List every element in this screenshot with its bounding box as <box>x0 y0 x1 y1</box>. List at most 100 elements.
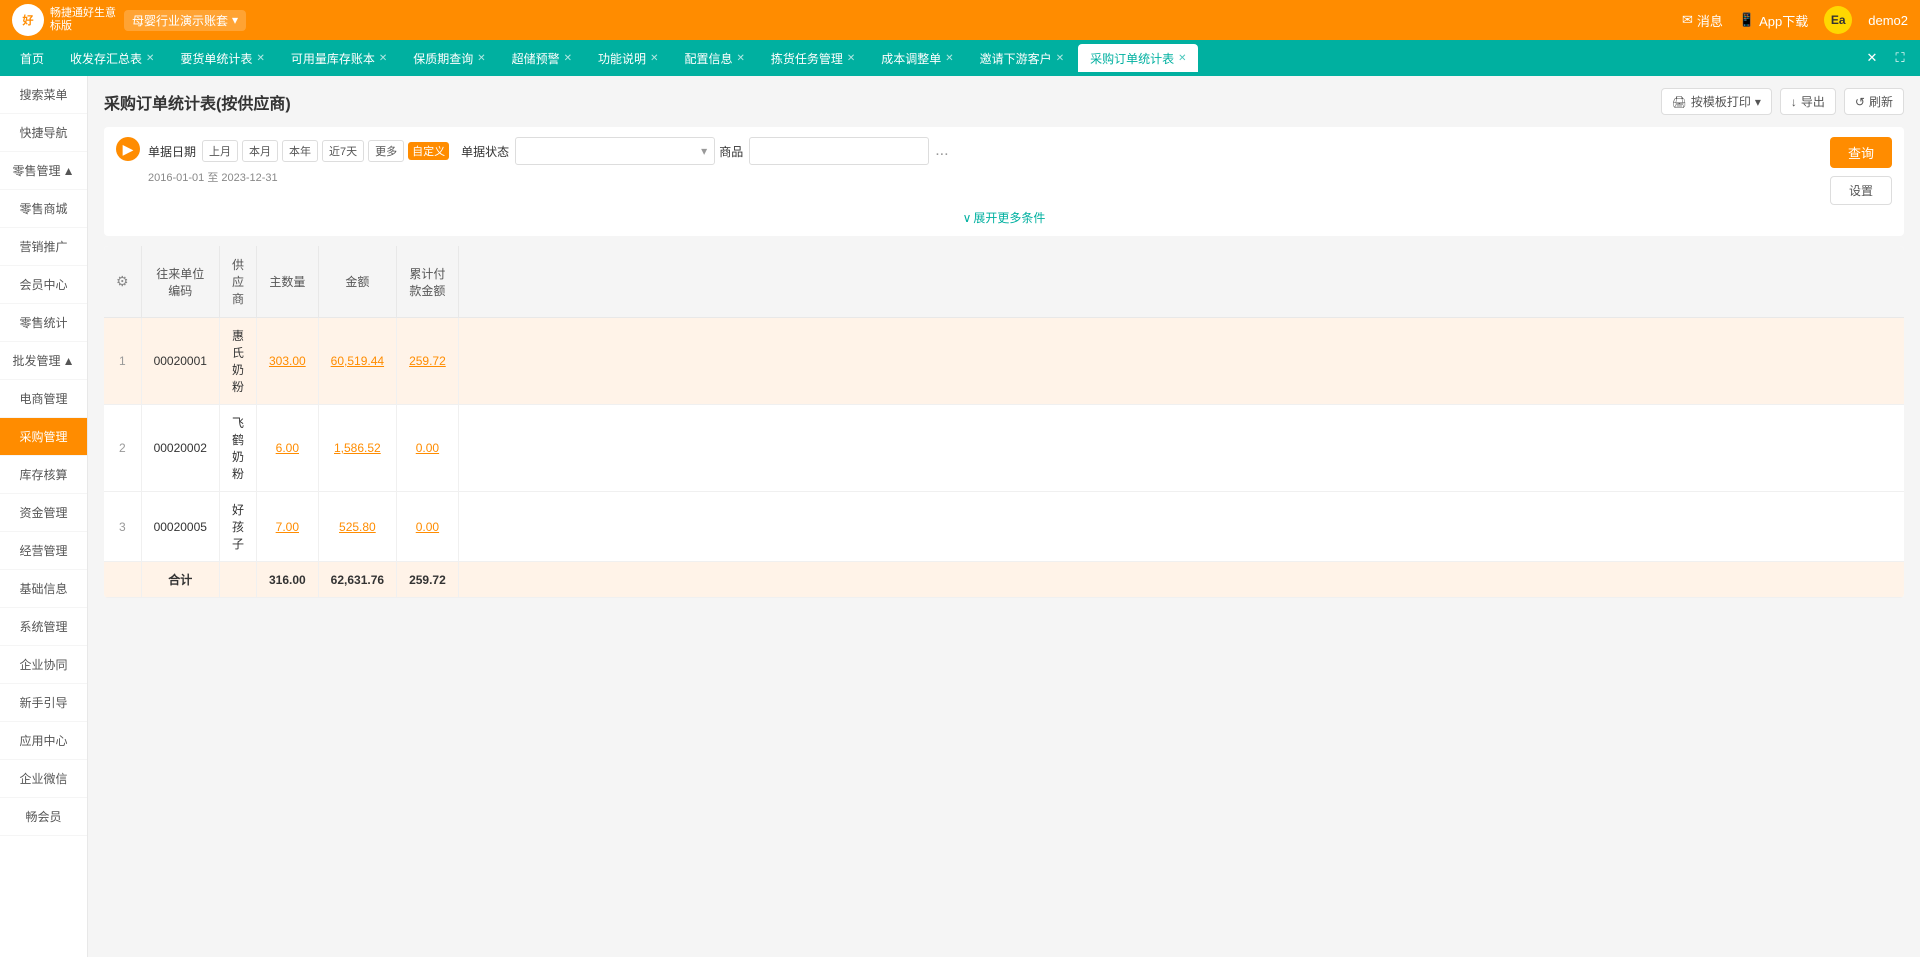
sidebar-item-basic-info[interactable]: 基础信息 <box>0 570 87 608</box>
close-icon[interactable]: ✕ <box>146 53 154 64</box>
close-icon[interactable]: ✕ <box>945 53 953 64</box>
filter-row-1: 单据日期 上月 本月 本年 近7天 更多 自定义 <box>148 137 1822 165</box>
more-options-btn[interactable]: ... <box>935 142 948 160</box>
col-quantity: 主数量 <box>256 246 318 318</box>
row-amount: 60,519.44 <box>318 318 396 405</box>
tab-order-stats[interactable]: 要货单统计表 ✕ <box>168 44 276 72</box>
tab-available-stock[interactable]: 可用量库存账本 ✕ <box>279 44 399 72</box>
top-bar-right: ✉ 消息 📱 App下载 Ea demo2 <box>1682 6 1908 34</box>
sidebar-item-beginner-guide[interactable]: 新手引导 <box>0 684 87 722</box>
purchase-order-table: ⚙ 往来单位编码 供应商 主数量 <box>104 246 1904 598</box>
date-more-btn[interactable]: 更多 <box>368 140 404 162</box>
sidebar-item-operations[interactable]: 经营管理 <box>0 532 87 570</box>
table-footer-row: 合计 316.00 62,631.76 259.72 <box>104 562 1904 598</box>
chevron-icon: ▲ <box>63 354 75 368</box>
status-filter: 单据状态 ▾ <box>461 137 707 165</box>
status-select[interactable] <box>515 137 715 165</box>
logo-symbol: 好 <box>23 12 34 28</box>
tab-home[interactable]: 首页 <box>8 44 56 72</box>
logo-area: 好 畅捷通好生意 标版 <box>12 4 116 36</box>
nav-right-btns: ✕ ⛶ <box>1860 46 1912 70</box>
sidebar-item-system-mgmt[interactable]: 系统管理 <box>0 608 87 646</box>
filter-toggle-btn[interactable]: ▶ <box>116 137 140 161</box>
sidebar-item-finance[interactable]: 资金管理 <box>0 494 87 532</box>
close-icon[interactable]: ✕ <box>1178 53 1186 64</box>
sidebar-item-retail-mgmt[interactable]: 零售管理 ▲ <box>0 152 87 190</box>
sidebar-item-search[interactable]: 搜索菜单 <box>0 76 87 114</box>
sidebar-item-inventory[interactable]: 库存核算 <box>0 456 87 494</box>
print-button[interactable]: 🖨 按模板打印 ▾ <box>1661 88 1772 115</box>
sidebar-item-retail-shop[interactable]: 零售商城 <box>0 190 87 228</box>
workspace-selector[interactable]: 母婴行业演示账套 ▾ <box>124 10 246 31</box>
sidebar-item-purchase-mgmt[interactable]: 采购管理 <box>0 418 87 456</box>
tab-picking-task[interactable]: 拣货任务管理 ✕ <box>759 44 867 72</box>
row-amount: 1,586.52 <box>318 405 396 492</box>
avatar[interactable]: Ea <box>1824 6 1852 34</box>
row-supplier: 飞鹤奶粉 <box>219 405 256 492</box>
tab-stock-summary[interactable]: 收发存汇总表 ✕ <box>58 44 166 72</box>
chevron-down-icon: ▾ <box>232 13 238 27</box>
sidebar-item-app-center[interactable]: 应用中心 <box>0 722 87 760</box>
export-button[interactable]: ↓ 导出 <box>1780 88 1836 115</box>
query-btn-group: 查询 设置 <box>1830 137 1892 205</box>
close-icon[interactable]: ✕ <box>650 53 658 64</box>
goods-input[interactable] <box>749 137 929 165</box>
top-bar-left: 好 畅捷通好生意 标版 母婴行业演示账套 ▾ <box>12 4 246 36</box>
sidebar-item-retail-stats[interactable]: 零售统计 <box>0 304 87 342</box>
refresh-button[interactable]: ↺ 刷新 <box>1844 88 1904 115</box>
close-icon[interactable]: ✕ <box>379 53 387 64</box>
tab-expiry-query[interactable]: 保质期查询 ✕ <box>401 44 497 72</box>
close-icon[interactable]: ✕ <box>477 53 485 64</box>
expand-more-btn[interactable]: ∨ 展开更多条件 <box>963 209 1046 226</box>
top-bar: 好 畅捷通好生意 标版 母婴行业演示账套 ▾ ✉ 消息 📱 App下载 Ea d… <box>0 0 1920 40</box>
tab-invite-downstream[interactable]: 邀请下游客户 ✕ <box>968 44 1076 72</box>
date-this-month-btn[interactable]: 本月 <box>242 140 278 162</box>
tab-overstock-warning[interactable]: 超储预警 ✕ <box>500 44 584 72</box>
table-row: 3 00020005 好孩子 7.00 525.80 0.00 <box>104 492 1904 562</box>
message-btn[interactable]: ✉ 消息 <box>1682 11 1723 30</box>
tab-cost-adjust[interactable]: 成本调整单 ✕ <box>869 44 965 72</box>
setting-button[interactable]: 设置 <box>1830 176 1892 205</box>
date-this-year-btn[interactable]: 本年 <box>282 140 318 162</box>
close-icon[interactable]: ✕ <box>736 53 744 64</box>
close-icon[interactable]: ✕ <box>1056 53 1064 64</box>
print-icon: 🖨 <box>1672 95 1687 109</box>
dropdown-arrow-icon: ▾ <box>1755 95 1761 109</box>
page-header: 采购订单统计表(按供应商) 🖨 按模板打印 ▾ ↓ 导出 ↺ 刷新 <box>104 88 1904 115</box>
sidebar-item-member-center[interactable]: 会员中心 <box>0 266 87 304</box>
row-supplier: 好孩子 <box>219 492 256 562</box>
row-quantity: 303.00 <box>256 318 318 405</box>
table-header-row: ⚙ 往来单位编码 供应商 主数量 <box>104 246 1904 318</box>
sidebar-item-quick-nav[interactable]: 快捷导航 <box>0 114 87 152</box>
query-button[interactable]: 查询 <box>1830 137 1892 168</box>
sidebar-item-wholesale-mgmt[interactable]: 批发管理 ▲ <box>0 342 87 380</box>
sidebar-item-member[interactable]: 畅会员 <box>0 798 87 836</box>
sidebar-item-enterprise-collab[interactable]: 企业协同 <box>0 646 87 684</box>
date-shortcuts: 上月 本月 本年 近7天 更多 自定义 <box>202 140 449 162</box>
nav-tabs: 首页 收发存汇总表 ✕ 要货单统计表 ✕ 可用量库存账本 ✕ 保质期查询 ✕ 超… <box>0 40 1920 76</box>
refresh-icon: ↺ <box>1855 95 1865 109</box>
row-num: 1 <box>104 318 141 405</box>
app-download-btn[interactable]: 📱 App下载 <box>1739 11 1808 30</box>
row-empty <box>458 492 1904 562</box>
sidebar-item-ecommerce[interactable]: 电商管理 <box>0 380 87 418</box>
date-last-month-btn[interactable]: 上月 <box>202 140 238 162</box>
tab-config-info[interactable]: 配置信息 ✕ <box>672 44 756 72</box>
gear-icon[interactable]: ⚙ <box>116 273 129 289</box>
row-code: 00020001 <box>141 318 219 405</box>
date-custom-badge: 自定义 <box>408 142 449 160</box>
tab-function-desc[interactable]: 功能说明 ✕ <box>586 44 670 72</box>
row-num: 3 <box>104 492 141 562</box>
close-icon[interactable]: ✕ <box>847 53 855 64</box>
close-icon[interactable]: ✕ <box>256 53 264 64</box>
expand-more-row: ∨ 展开更多条件 <box>116 209 1892 226</box>
close-tab-btn[interactable]: ✕ <box>1860 46 1884 70</box>
maximize-btn[interactable]: ⛶ <box>1888 46 1912 70</box>
col-settings: ⚙ <box>104 246 141 318</box>
sidebar-item-marketing[interactable]: 营销推广 <box>0 228 87 266</box>
tab-purchase-order-stats[interactable]: 采购订单统计表 ✕ <box>1078 44 1198 72</box>
username-label: demo2 <box>1868 13 1908 28</box>
sidebar-item-enterprise-wechat[interactable]: 企业微信 <box>0 760 87 798</box>
date-last-7days-btn[interactable]: 近7天 <box>322 140 364 162</box>
close-icon[interactable]: ✕ <box>564 53 572 64</box>
